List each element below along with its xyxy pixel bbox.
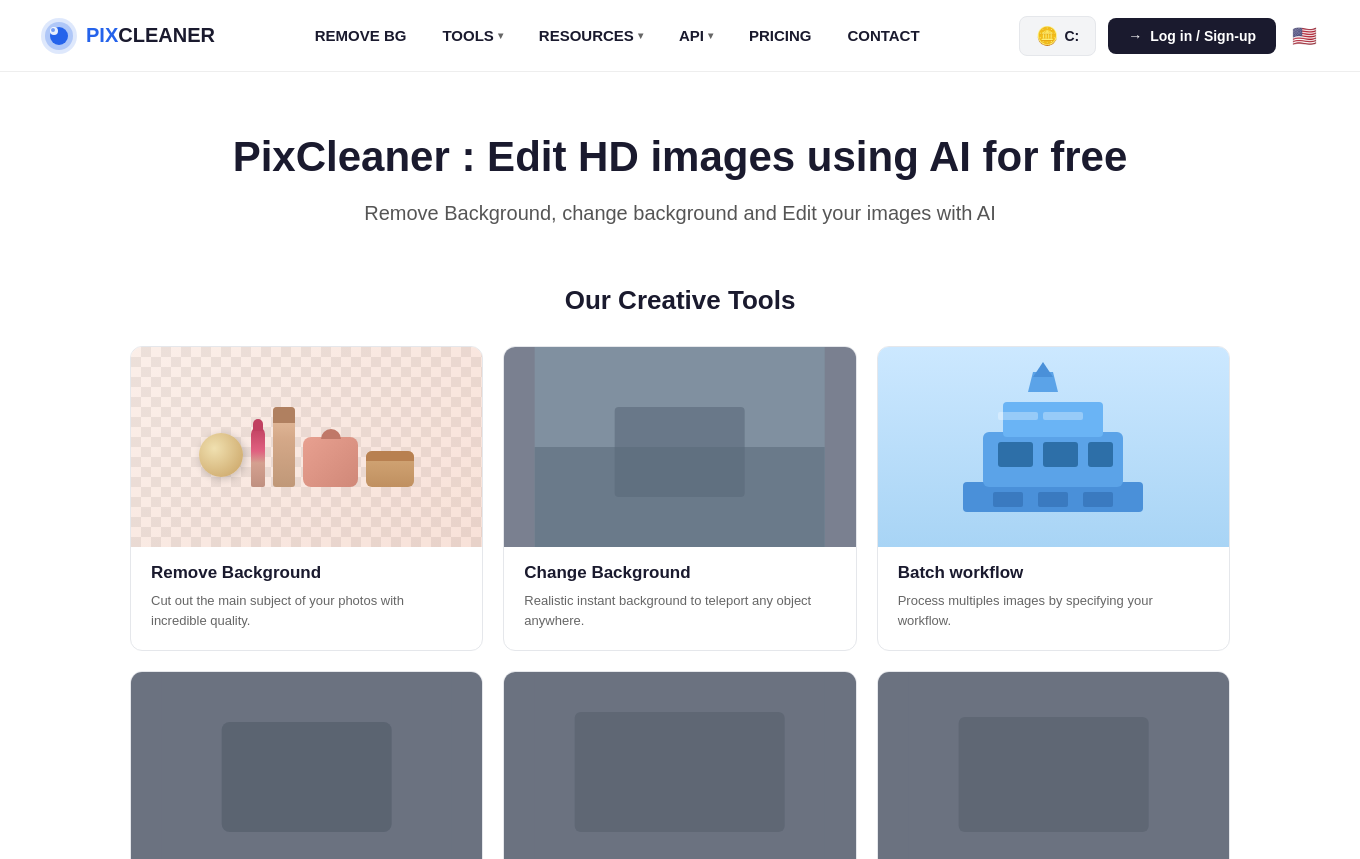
tools-grid: Remove Background Cut out the main subje… [130, 346, 1230, 859]
credits-coin-icon: 🪙 [1036, 25, 1058, 47]
resources-chevron-icon: ▾ [638, 30, 643, 41]
svg-rect-19 [998, 412, 1038, 420]
logo-icon [40, 17, 78, 55]
tool-image-batch-workflow [878, 347, 1229, 547]
nav-item-pricing[interactable]: PRICING [735, 19, 826, 52]
tool-card-batch-workflow[interactable]: Batch workflow Process multiples images … [877, 346, 1230, 651]
tool-title-remove-background: Remove Background [151, 563, 462, 583]
svg-rect-18 [1088, 442, 1113, 467]
svg-rect-13 [1083, 492, 1113, 507]
nav-item-remove-bg[interactable]: REMOVE BG [301, 19, 421, 52]
tool-desc-batch-workflow: Process multiples images by specifying y… [898, 591, 1209, 630]
api-chevron-icon: ▾ [708, 30, 713, 41]
header: PIXCLEANER REMOVE BG TOOLS ▾ RESOURCES ▾… [0, 0, 1360, 72]
tool-image-image-generation [131, 672, 482, 859]
tool-desc-remove-background: Cut out the main subject of your photos … [151, 591, 462, 630]
nav-item-resources[interactable]: RESOURCES ▾ [525, 19, 657, 52]
tool-image-remove-background [131, 347, 482, 547]
tools-section: Our Creative Tools Remove Background [40, 285, 1320, 859]
tool-card-remove-background[interactable]: Remove Background Cut out the main subje… [130, 346, 483, 651]
img-enhance-illustration [504, 672, 855, 859]
nav-item-contact[interactable]: CONTACT [833, 19, 933, 52]
tool-image-image-enhancer [504, 672, 855, 859]
main-content: PixCleaner : Edit HD images using AI for… [0, 72, 1360, 859]
svg-point-4 [51, 28, 55, 32]
svg-marker-15 [1033, 362, 1053, 377]
interactive-illustration [878, 672, 1229, 859]
logo[interactable]: PIXCLEANER [40, 17, 215, 55]
svg-rect-22 [222, 722, 392, 832]
svg-rect-16 [998, 442, 1033, 467]
tools-chevron-icon: ▾ [498, 30, 503, 41]
main-nav: REMOVE BG TOOLS ▾ RESOURCES ▾ API ▾ PRIC… [301, 19, 934, 52]
tool-desc-change-background: Realistic instant background to teleport… [524, 591, 835, 630]
header-actions: 🪙 C: → Log in / Sign-up 🇺🇸 [1019, 16, 1320, 56]
hero-title: PixCleaner : Edit HD images using AI for… [40, 132, 1320, 182]
tool-card-change-background[interactable]: Change Background Realistic instant back… [503, 346, 856, 651]
change-bg-illustration [504, 347, 855, 547]
img-gen-illustration [131, 672, 482, 859]
tool-info-remove-background: Remove Background Cut out the main subje… [131, 547, 482, 650]
svg-rect-11 [993, 492, 1023, 507]
tool-info-change-background: Change Background Realistic instant back… [504, 547, 855, 650]
tool-title-batch-workflow: Batch workflow [898, 563, 1209, 583]
login-icon: → [1128, 28, 1142, 44]
tool-card-image-generation[interactable]: Image Generation Generate high-resolutio… [130, 671, 483, 859]
batch-illustration [878, 347, 1229, 547]
tool-card-image-enhancer[interactable]: Image Enhancer Enhance your images and b… [503, 671, 856, 859]
svg-rect-17 [1043, 442, 1078, 467]
language-selector[interactable]: 🇺🇸 [1288, 24, 1320, 48]
tool-card-interactive-touch[interactable]: Interactive Touch Remove background of y… [877, 671, 1230, 859]
logo-text: PIXCLEANER [86, 24, 215, 47]
tool-info-batch-workflow: Batch workflow Process multiples images … [878, 547, 1229, 650]
tool-image-interactive-touch [878, 672, 1229, 859]
credits-button[interactable]: 🪙 C: [1019, 16, 1096, 56]
hero-section: PixCleaner : Edit HD images using AI for… [40, 132, 1320, 225]
svg-rect-12 [1038, 492, 1068, 507]
svg-rect-20 [1043, 412, 1083, 420]
nav-item-api[interactable]: API ▾ [665, 19, 727, 52]
svg-rect-24 [575, 712, 785, 832]
svg-rect-26 [958, 717, 1148, 832]
tool-image-change-background [504, 347, 855, 547]
tool-title-change-background: Change Background [524, 563, 835, 583]
hero-subtitle: Remove Background, change background and… [40, 202, 1320, 225]
login-button[interactable]: → Log in / Sign-up [1108, 18, 1276, 54]
section-title: Our Creative Tools [40, 285, 1320, 316]
nav-item-tools[interactable]: TOOLS ▾ [428, 19, 516, 52]
svg-rect-7 [615, 407, 745, 497]
